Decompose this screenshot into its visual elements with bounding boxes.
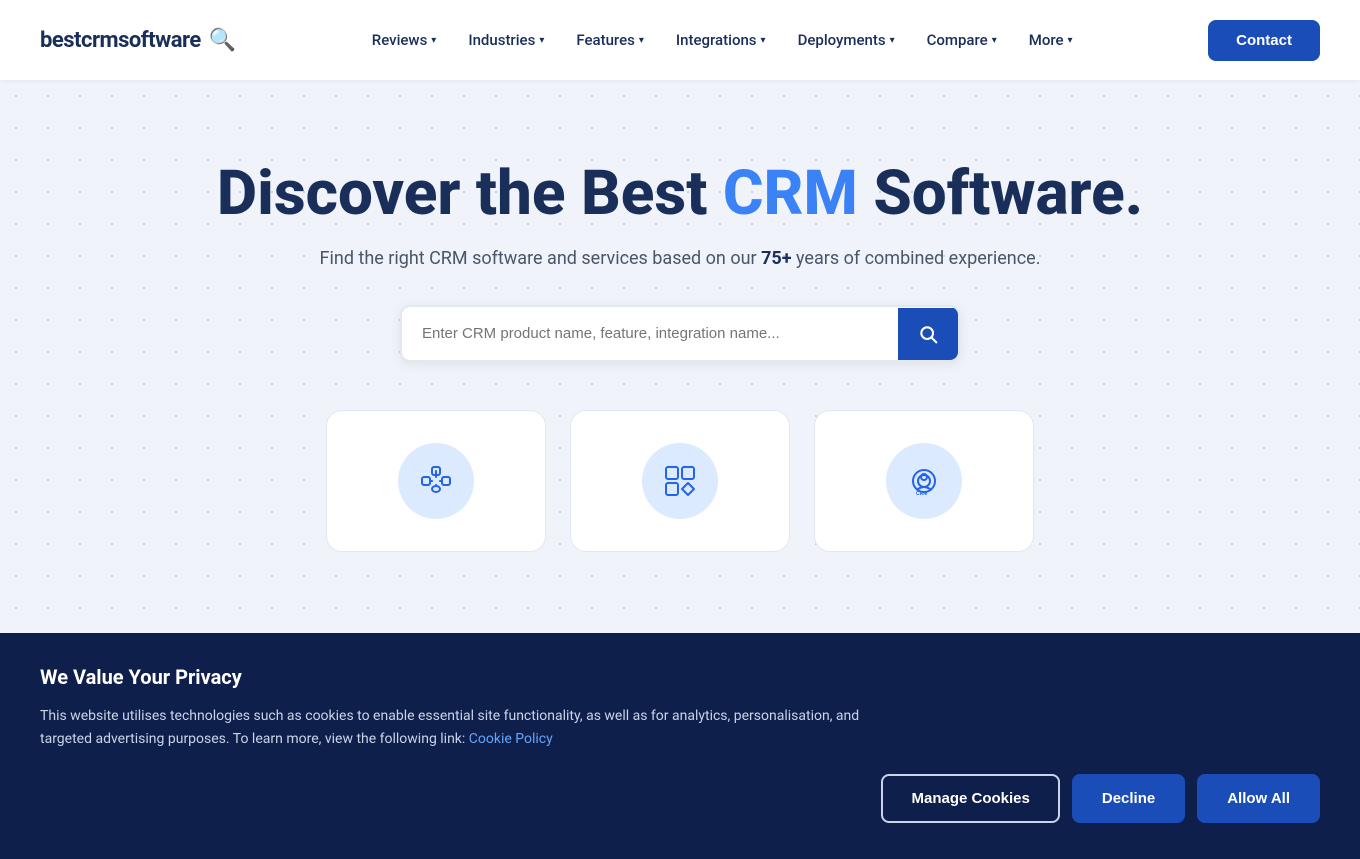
cookie-banner: We Value Your Privacy This website utili… bbox=[0, 633, 1360, 859]
nav-reviews[interactable]: Reviews ▾ bbox=[358, 23, 451, 57]
svg-text:CRM: CRM bbox=[916, 491, 927, 497]
card-icon-circle-2 bbox=[642, 443, 718, 519]
contact-button[interactable]: Contact bbox=[1208, 20, 1320, 61]
chevron-down-icon: ▾ bbox=[1068, 35, 1073, 46]
search-input[interactable] bbox=[402, 307, 898, 360]
integrations-icon bbox=[418, 463, 454, 499]
allow-all-button[interactable]: Allow All bbox=[1197, 774, 1320, 823]
hero-subtitle: Find the right CRM software and services… bbox=[40, 248, 1320, 269]
logo-text: bestcrmsoftware bbox=[40, 28, 201, 53]
cookie-text: This website utilises technologies such … bbox=[40, 705, 860, 750]
card-crm[interactable]: CRM bbox=[814, 410, 1034, 552]
manage-cookies-button[interactable]: Manage Cookies bbox=[881, 774, 1059, 823]
chevron-down-icon: ▾ bbox=[539, 35, 544, 46]
search-box bbox=[400, 305, 960, 362]
cookie-title: We Value Your Privacy bbox=[40, 665, 1320, 689]
nav-features[interactable]: Features ▾ bbox=[562, 23, 658, 57]
nav-deployments[interactable]: Deployments ▾ bbox=[784, 23, 909, 57]
search-icon bbox=[918, 324, 938, 344]
cookie-policy-link[interactable]: Cookie Policy bbox=[469, 731, 553, 747]
hero-title: Discover the Best CRM Software. bbox=[40, 160, 1320, 228]
hero-section: Discover the Best CRM Software. Find the… bbox=[0, 80, 1360, 612]
features-icon bbox=[662, 463, 698, 499]
cookie-buttons: Manage Cookies Decline Allow All bbox=[40, 774, 1320, 823]
card-integrations[interactable] bbox=[326, 410, 546, 552]
nav-industries[interactable]: Industries ▾ bbox=[454, 23, 558, 57]
chevron-down-icon: ▾ bbox=[431, 35, 436, 46]
navbar: bestcrmsoftware 🔍 Reviews ▾ Industries ▾… bbox=[0, 0, 1360, 80]
search-button[interactable] bbox=[898, 308, 958, 360]
search-icon: 🔍 bbox=[209, 28, 236, 53]
chevron-down-icon: ▾ bbox=[992, 35, 997, 46]
crm-settings-icon: CRM bbox=[906, 463, 942, 499]
card-features[interactable] bbox=[570, 410, 790, 552]
feature-cards: CRM bbox=[40, 410, 1320, 552]
decline-button[interactable]: Decline bbox=[1072, 774, 1185, 823]
chevron-down-icon: ▾ bbox=[639, 35, 644, 46]
card-icon-circle-3: CRM bbox=[886, 443, 962, 519]
logo-container: bestcrmsoftware 🔍 bbox=[40, 28, 236, 53]
nav-more[interactable]: More ▾ bbox=[1015, 23, 1087, 57]
search-container bbox=[400, 305, 960, 362]
card-icon-circle-1 bbox=[398, 443, 474, 519]
nav-compare[interactable]: Compare ▾ bbox=[913, 23, 1011, 57]
nav-integrations[interactable]: Integrations ▾ bbox=[662, 23, 780, 57]
chevron-down-icon: ▾ bbox=[761, 35, 766, 46]
chevron-down-icon: ▾ bbox=[890, 35, 895, 46]
main-nav: Reviews ▾ Industries ▾ Features ▾ Integr… bbox=[358, 23, 1087, 57]
